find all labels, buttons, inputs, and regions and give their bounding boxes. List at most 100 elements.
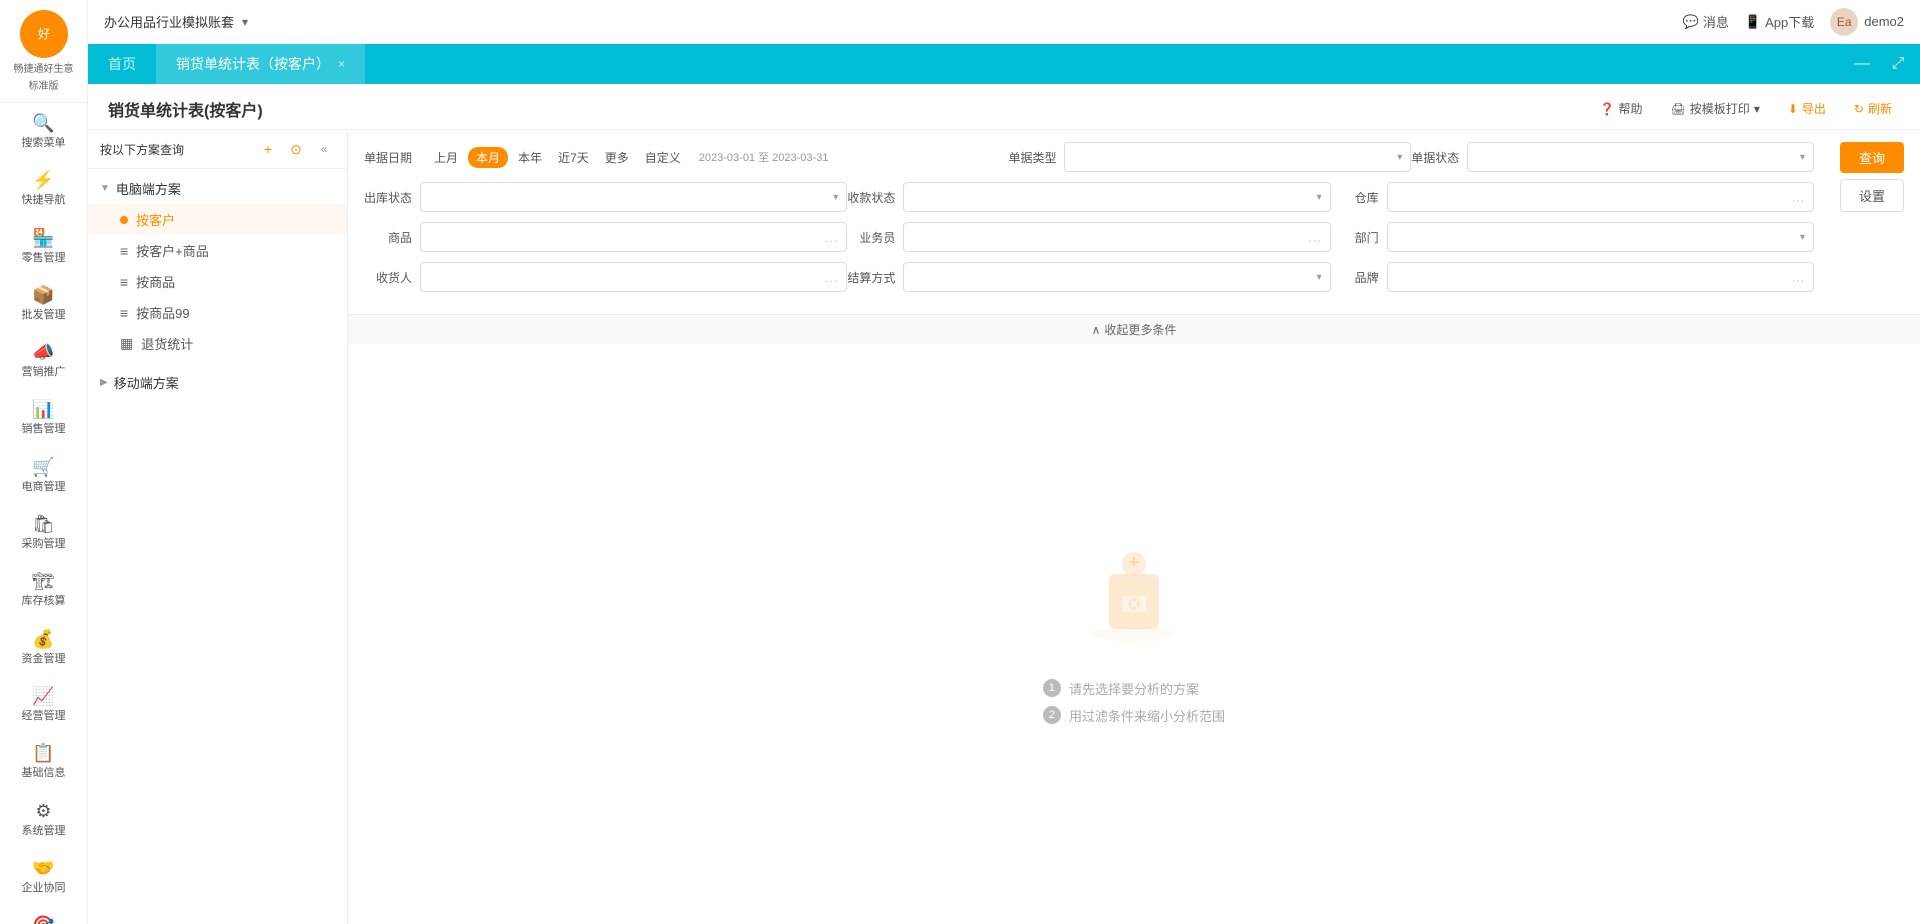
scheme-section-mobile: ▶ 移动端方案 <box>88 363 347 402</box>
sidebar-item-sales[interactable]: 📊 销售管理 <box>0 389 87 446</box>
filter-item-dept: 部门 ▾ <box>1331 222 1904 252</box>
order-type-select[interactable]: ▾ <box>1064 142 1411 172</box>
date-shortcut-more[interactable]: 更多 <box>599 147 635 168</box>
sidebar-item-quicknav-label: 快捷导航 <box>22 193 66 207</box>
payment-select[interactable]: ▾ <box>903 182 1330 212</box>
date-shortcut-last-month[interactable]: 上月 <box>428 147 464 168</box>
sales-icon: 📊 <box>32 399 54 420</box>
scheme-item-goods[interactable]: ≡ 按商品 <box>88 266 347 297</box>
mobile-group-label: 移动端方案 <box>114 373 179 392</box>
warehouse-select[interactable]: … <box>1387 182 1814 212</box>
collapse-conditions-label: 收起更多条件 <box>1104 321 1176 338</box>
tab-minimize-btn[interactable]: — <box>1848 50 1876 78</box>
sidebar-item-operations[interactable]: 📈 经营管理 <box>0 676 87 733</box>
recipient-select[interactable]: … <box>420 262 847 292</box>
tab-maximize-btn[interactable]: ⤢ <box>1884 50 1912 78</box>
sidebar-item-baseinfo[interactable]: 📋 基础信息 <box>0 733 87 790</box>
sidebar-item-quicknav[interactable]: ⚡ 快捷导航 <box>0 160 87 217</box>
brand-select[interactable]: … <box>1387 262 1814 292</box>
sidebar-item-purchase[interactable]: 🛍 采购管理 <box>0 504 87 561</box>
filter-area: 单据日期 上月 本月 本年 近7天 更多 自定义 <box>348 130 1920 314</box>
scheme-group-mobile-header[interactable]: ▶ 移动端方案 <box>88 367 347 398</box>
sidebar-item-finance[interactable]: 💰 资金管理 <box>0 619 87 676</box>
collapse-panel-btn[interactable]: « <box>313 138 335 160</box>
sidebar-item-retail-label: 零售管理 <box>22 251 66 265</box>
topbar-dropdown[interactable]: ▾ <box>242 15 248 29</box>
date-shortcut-7days[interactable]: 近7天 <box>552 147 595 168</box>
message-button[interactable]: 💬 消息 <box>1683 12 1729 31</box>
collab-icon: 🤝 <box>32 858 54 879</box>
filter-section: 单据日期 上月 本月 本年 近7天 更多 自定义 <box>348 130 1920 344</box>
sidebar-item-ecommerce[interactable]: 🛒 电商管理 <box>0 447 87 504</box>
filter-layout: 按以下方案查询 + ⊙ « <box>88 130 1920 924</box>
sidebar-item-marketing[interactable]: 📣 营销推广 <box>0 332 87 389</box>
delivery-select[interactable]: ▾ <box>420 182 847 212</box>
print-icon: 🖨 <box>1671 102 1686 116</box>
scheme-item-return[interactable]: ▦ 退货统计 <box>88 328 347 359</box>
brand-label: 品牌 <box>1331 269 1387 286</box>
tab-close-icon[interactable]: × <box>338 57 345 71</box>
sidebar-item-collab-label: 企业协同 <box>22 881 66 895</box>
date-shortcut-custom[interactable]: 自定义 <box>639 147 687 168</box>
avatar-initials: Ea <box>1837 15 1852 29</box>
scheme-item-goods99[interactable]: ≡ 按商品99 <box>88 297 347 328</box>
sidebar-item-retail[interactable]: 🏪 零售管理 <box>0 218 87 275</box>
tab-home[interactable]: 首页 <box>88 44 156 84</box>
add-scheme-btn[interactable]: + <box>257 138 279 160</box>
marketing-icon: 📣 <box>32 342 54 363</box>
goods-select[interactable]: … <box>420 222 847 252</box>
order-status-label: 单据状态 <box>1411 149 1467 166</box>
sidebar-item-wholesale[interactable]: 📦 批发管理 <box>0 275 87 332</box>
sidebar-nav: 🔍 搜索菜单 ⚡ 快捷导航 🏪 零售管理 📦 批发管理 📣 营销推广 📊 销售管… <box>0 103 87 924</box>
desktop-group-arrow: ▼ <box>100 183 110 194</box>
sidebar-item-collab[interactable]: 🤝 企业协同 <box>0 848 87 905</box>
scheme-item-customer-goods-icon: ≡ <box>120 243 128 259</box>
filter-row-4: 收货人 … 结算方式 <box>364 262 1904 292</box>
date-shortcut-this-month[interactable]: 本月 <box>468 147 508 168</box>
print-button[interactable]: 🖨 按模板打印 ▾ <box>1663 96 1768 121</box>
scheme-item-customer-goods-label: 按客户+商品 <box>136 241 209 260</box>
sidebar-item-search[interactable]: 🔍 搜索菜单 <box>0 103 87 160</box>
user-profile[interactable]: Ea demo2 <box>1830 8 1904 36</box>
edit-scheme-btn[interactable]: ⊙ <box>285 138 307 160</box>
sidebar-item-operations-label: 经营管理 <box>22 709 66 723</box>
sidebar-item-newbie[interactable]: 🎯 新手引导 <box>0 905 87 924</box>
settings-button[interactable]: 设置 <box>1840 179 1904 212</box>
query-button[interactable]: 查询 <box>1840 142 1904 173</box>
salesman-select[interactable]: … <box>903 222 1330 252</box>
help-button[interactable]: ❓ 帮助 <box>1592 96 1651 121</box>
message-icon: 💬 <box>1683 14 1699 30</box>
filter-item-order-status: 单据状态 ▾ <box>1411 142 1904 172</box>
warehouse-dots-icon: … <box>1791 189 1805 205</box>
sidebar-item-system[interactable]: ⚙ 系统管理 <box>0 791 87 848</box>
scheme-group-desktop-header[interactable]: ▼ 电脑端方案 <box>88 173 347 204</box>
order-status-arrow-icon: ▾ <box>1800 152 1805 163</box>
system-icon: ⚙ <box>35 801 51 822</box>
date-shortcuts: 上月 本月 本年 近7天 更多 自定义 <box>428 147 687 168</box>
scheme-item-customer[interactable]: 按客户 <box>88 204 347 235</box>
app-download-icon: 📱 <box>1745 14 1761 30</box>
teal-tabbar: 首页 销货单统计表（按客户） × — ⤢ <box>88 44 1920 84</box>
user-name: demo2 <box>1864 14 1904 29</box>
help-label: 帮助 <box>1619 100 1643 117</box>
collapse-panel-icon: « <box>321 142 328 156</box>
print-dropdown-icon: ▾ <box>1754 102 1760 116</box>
order-type-arrow-icon: ▾ <box>1397 152 1402 163</box>
export-label: 导出 <box>1802 100 1826 117</box>
settlement-select[interactable]: ▾ <box>903 262 1330 292</box>
export-button[interactable]: ⬇ 导出 <box>1780 96 1834 121</box>
main-area: 办公用品行业模拟账套 ▾ 💬 消息 📱 App下载 Ea demo2 <box>88 0 1920 924</box>
date-shortcut-this-year[interactable]: 本年 <box>512 147 548 168</box>
refresh-button[interactable]: ↻ 刷新 <box>1846 96 1900 121</box>
order-status-select[interactable]: ▾ <box>1467 142 1814 172</box>
tab-active[interactable]: 销货单统计表（按客户） × <box>156 44 365 84</box>
baseinfo-icon: 📋 <box>32 743 54 764</box>
scheme-item-customer-goods[interactable]: ≡ 按客户+商品 <box>88 235 347 266</box>
dept-select[interactable]: ▾ <box>1387 222 1814 252</box>
sidebar-item-inventory[interactable]: 🏗 库存核算 <box>0 561 87 618</box>
app-download-button[interactable]: 📱 App下载 <box>1745 12 1814 31</box>
recipient-dots-icon: … <box>824 269 838 285</box>
right-panel: 单据日期 上月 本月 本年 近7天 更多 自定义 <box>348 130 1920 924</box>
scheme-section-desktop: ▼ 电脑端方案 按客户 ≡ 按客户+商品 ≡ <box>88 169 347 363</box>
collapse-conditions-bar[interactable]: ∧ 收起更多条件 <box>348 314 1920 344</box>
